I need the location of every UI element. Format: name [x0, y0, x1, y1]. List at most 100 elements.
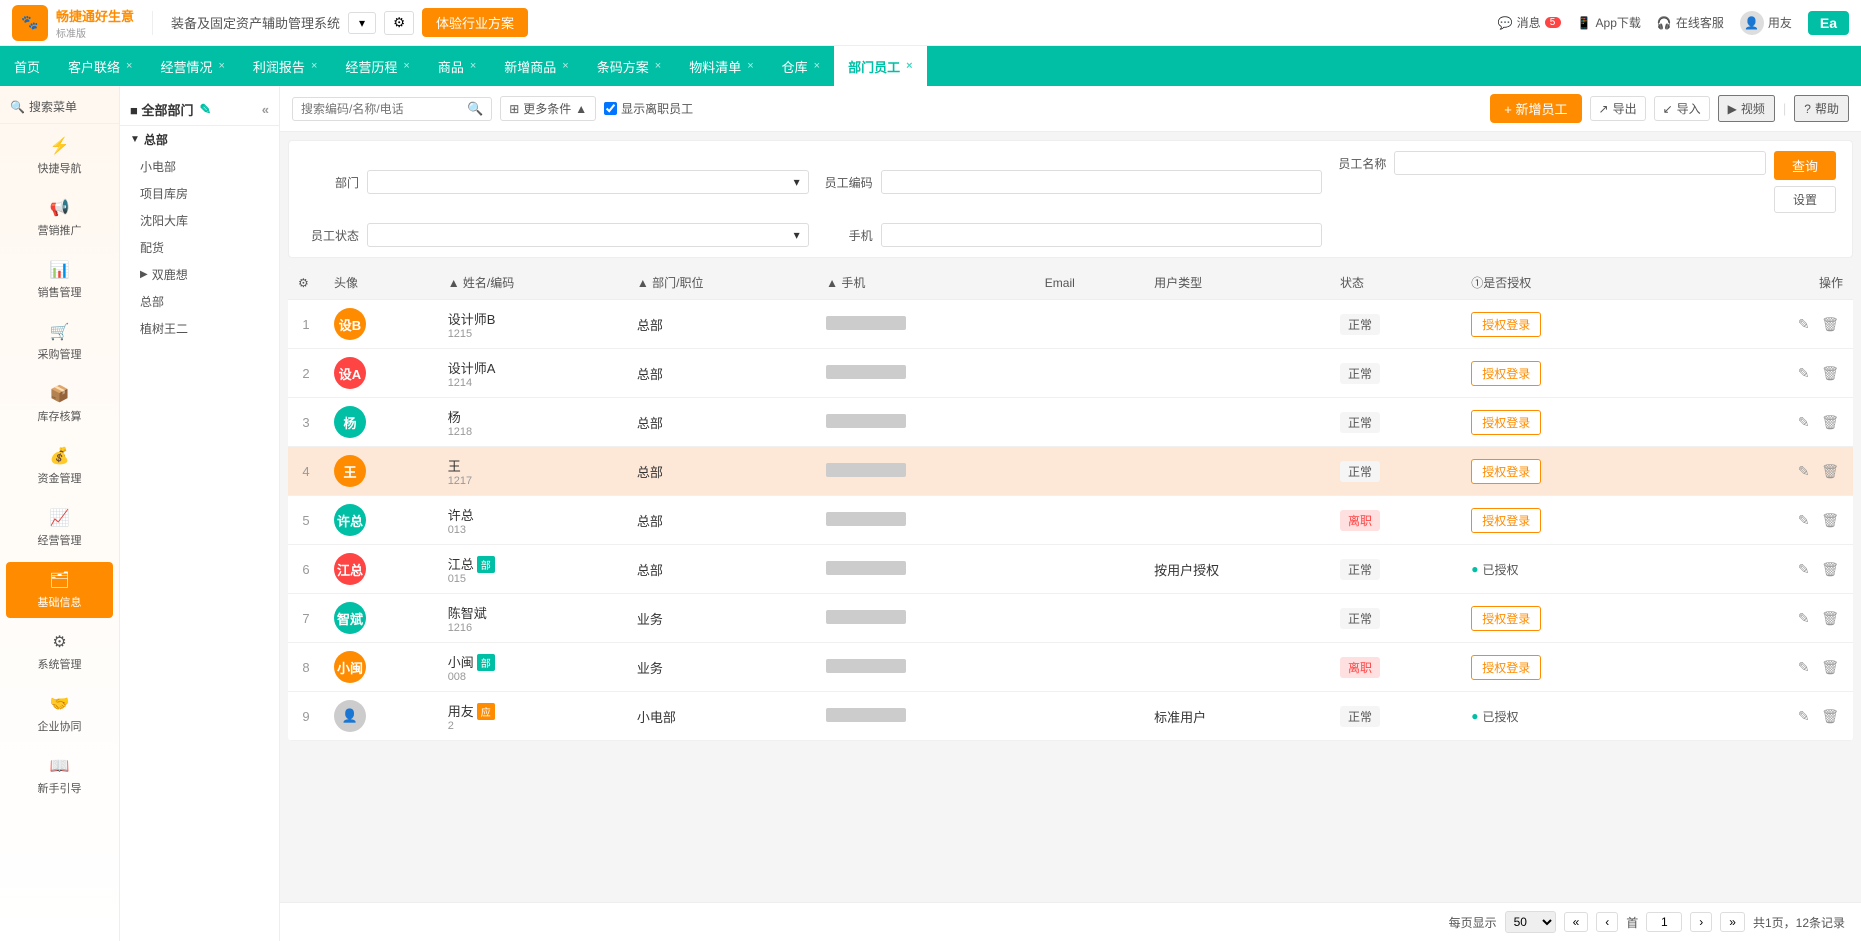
left-nav-guide[interactable]: 📖 新手引导: [6, 748, 113, 804]
row-email: [1035, 300, 1144, 349]
nav-dept-staff[interactable]: 部门员工 ×: [834, 46, 926, 86]
row-status: 正常: [1330, 692, 1461, 741]
left-nav-finance[interactable]: 💰 资金管理: [6, 438, 113, 494]
left-nav-stock[interactable]: 📦 库存核算: [6, 376, 113, 432]
finance-icon: 💰: [50, 446, 70, 466]
col-phone[interactable]: ▲ 手机: [816, 266, 1035, 300]
left-nav-purchase[interactable]: 🛒 采购管理: [6, 314, 113, 370]
nav-warehouse[interactable]: 仓库 ×: [768, 46, 834, 86]
app-download-btn[interactable]: 📱 App下载: [1577, 14, 1641, 31]
filter-phone-input[interactable]: [881, 223, 1323, 247]
nav-history[interactable]: 经营历程 ×: [331, 46, 423, 86]
dept-edit-icon[interactable]: ✎: [199, 101, 211, 118]
dept-tree-shenyang[interactable]: 沈阳大库: [120, 207, 279, 234]
left-nav-operation-mgr[interactable]: 📈 经营管理: [6, 500, 113, 556]
dept-tree-group-zongbu[interactable]: ▼ 总部: [120, 126, 279, 153]
edit-btn[interactable]: ✎: [1794, 363, 1814, 384]
auth-login-btn[interactable]: 授权登录: [1471, 655, 1541, 680]
help-btn[interactable]: ? 帮助: [1794, 95, 1849, 122]
delete-btn[interactable]: 🗑: [1817, 559, 1843, 580]
page-input[interactable]: [1646, 912, 1682, 932]
delete-btn[interactable]: 🗑: [1817, 657, 1843, 678]
left-nav-basic-info[interactable]: 🗂 基础信息: [6, 562, 113, 618]
delete-btn[interactable]: 🗑: [1817, 510, 1843, 531]
show-former-label[interactable]: 显示离职员工: [604, 100, 693, 117]
search-box[interactable]: 🔍: [292, 97, 492, 121]
filter-status-select[interactable]: ▾: [367, 223, 809, 247]
dept-tree-zongbu2[interactable]: 总部: [120, 288, 279, 315]
online-service-btn[interactable]: 🎧 在线客服: [1657, 14, 1724, 31]
export-btn[interactable]: ↗ 导出: [1590, 96, 1646, 121]
delete-btn[interactable]: 🗑: [1817, 706, 1843, 727]
left-nav-marketing[interactable]: 📢 营销推广: [6, 190, 113, 246]
edit-btn[interactable]: ✎: [1794, 461, 1814, 482]
left-nav-corp-collab[interactable]: 🤝 企业协同: [6, 686, 113, 742]
auth-login-btn[interactable]: 授权登录: [1471, 459, 1541, 484]
user-avatar-btn[interactable]: 👤 用友: [1740, 11, 1792, 35]
left-nav-sales[interactable]: 📊 销售管理: [6, 252, 113, 308]
add-employee-btn[interactable]: + 新增员工: [1490, 94, 1581, 123]
status-dropdown-icon: ▾: [794, 228, 800, 242]
edit-btn[interactable]: ✎: [1794, 559, 1814, 580]
set-btn[interactable]: 设置: [1774, 186, 1836, 213]
trial-button[interactable]: 体验行业方案: [422, 8, 528, 37]
dept-tree-xiaodian[interactable]: 小电部: [120, 153, 279, 180]
delete-btn[interactable]: 🗑: [1817, 363, 1843, 384]
gear-button[interactable]: ⚙: [384, 11, 414, 35]
nav-barcode[interactable]: 条码方案 ×: [583, 46, 675, 86]
delete-btn[interactable]: 🗑: [1817, 461, 1843, 482]
nav-operation[interactable]: 经营情况 ×: [146, 46, 238, 86]
dept-collapse-icon[interactable]: «: [262, 102, 269, 117]
query-btn[interactable]: 查询: [1774, 151, 1836, 180]
col-name-code[interactable]: ▲ 姓名/编码: [438, 266, 627, 300]
view-btn[interactable]: ▶ 视频: [1718, 95, 1775, 122]
edit-btn[interactable]: ✎: [1794, 608, 1814, 629]
prev-page-btn[interactable]: ‹: [1596, 912, 1618, 932]
row-avatar: 智斌: [324, 594, 438, 643]
auth-login-btn[interactable]: 授权登录: [1471, 361, 1541, 386]
filter-empcode-input[interactable]: [881, 170, 1323, 194]
nav-goods[interactable]: 商品 ×: [424, 46, 490, 86]
col-dept-pos[interactable]: ▲ 部门/职位: [627, 266, 816, 300]
auth-login-btn[interactable]: 授权登录: [1471, 410, 1541, 435]
nav-profit[interactable]: 利润报告 ×: [239, 46, 331, 86]
stock-icon: 📦: [50, 384, 70, 404]
nav-add-goods[interactable]: 新增商品 ×: [490, 46, 582, 86]
col-settings[interactable]: ⚙: [288, 266, 324, 300]
dept-tree-peihuo[interactable]: 配货: [120, 234, 279, 261]
system-dropdown-btn[interactable]: ▾: [348, 12, 376, 34]
edit-btn[interactable]: ✎: [1794, 412, 1814, 433]
auth-login-btn[interactable]: 授权登录: [1471, 606, 1541, 631]
search-input[interactable]: [301, 102, 461, 116]
import-btn[interactable]: ↙ 导入: [1654, 96, 1710, 121]
filter-empname-input[interactable]: [1394, 151, 1766, 175]
auth-login-btn[interactable]: 授权登录: [1471, 312, 1541, 337]
last-page-btn[interactable]: »: [1720, 912, 1745, 932]
edit-btn[interactable]: ✎: [1794, 657, 1814, 678]
delete-btn[interactable]: 🗑: [1817, 314, 1843, 335]
col-auth: ①是否授权: [1461, 266, 1658, 300]
edit-btn[interactable]: ✎: [1794, 706, 1814, 727]
edit-btn[interactable]: ✎: [1794, 510, 1814, 531]
next-page-btn[interactable]: ›: [1690, 912, 1712, 932]
dept-tree-shuanglu[interactable]: ▶ 双鹿想: [120, 261, 279, 288]
nav-customer[interactable]: 客户联络 ×: [54, 46, 146, 86]
per-page-select[interactable]: 50 100 200: [1505, 911, 1556, 933]
delete-btn[interactable]: 🗑: [1817, 412, 1843, 433]
show-former-checkbox[interactable]: [604, 102, 617, 115]
search-submit-icon[interactable]: 🔍: [467, 101, 483, 117]
edit-btn[interactable]: ✎: [1794, 314, 1814, 335]
filter-dept-select[interactable]: ▾: [367, 170, 809, 194]
first-page-btn[interactable]: «: [1564, 912, 1589, 932]
left-nav-system[interactable]: ⚙ 系统管理: [6, 624, 113, 680]
dept-tree-zhishu[interactable]: 植树王二: [120, 315, 279, 342]
left-nav-search[interactable]: 🔍 搜索菜单: [0, 90, 119, 124]
more-filter-btn[interactable]: ⊞ 更多条件 ▲: [500, 96, 596, 121]
dept-tree-project[interactable]: 项目库房: [120, 180, 279, 207]
left-nav-shortcut[interactable]: ⚡ 快捷导航: [6, 128, 113, 184]
delete-btn[interactable]: 🗑: [1817, 608, 1843, 629]
message-btn[interactable]: 💬 消息 5: [1498, 14, 1561, 31]
nav-home[interactable]: 首页: [0, 46, 54, 86]
nav-bom[interactable]: 物料清单 ×: [675, 46, 767, 86]
auth-login-btn[interactable]: 授权登录: [1471, 508, 1541, 533]
